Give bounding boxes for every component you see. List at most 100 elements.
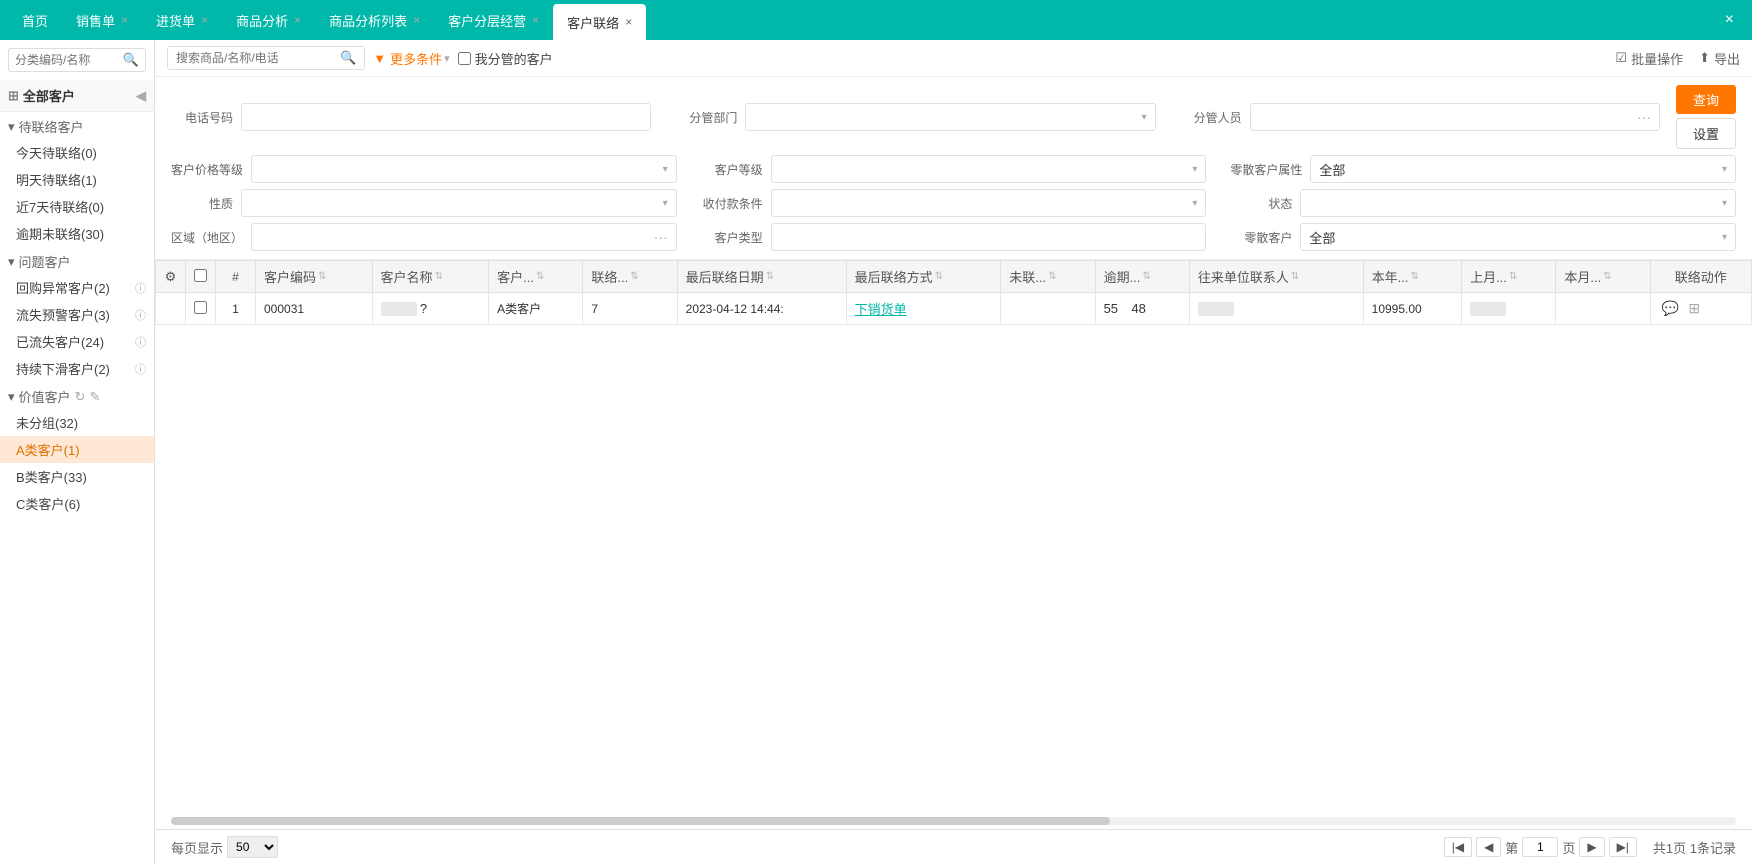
customer-type-select[interactable] (771, 223, 1207, 251)
code-sort-icon[interactable]: ⇅ (318, 271, 326, 282)
last-page-button[interactable]: ▶| (1609, 837, 1637, 857)
retail-customer-select[interactable]: 全部 ▾ (1300, 223, 1736, 251)
my-customers-check[interactable] (458, 52, 471, 65)
select-all-checkbox[interactable] (194, 269, 207, 282)
query-button[interactable]: 查询 (1676, 85, 1736, 114)
pending-contact-group[interactable]: ▾ 待联络客户 (0, 112, 154, 139)
th-this-year[interactable]: 本年... ⇅ (1363, 261, 1461, 293)
sidebar-item-overdue[interactable]: 逾期未联络(30) (0, 220, 154, 247)
filter-search-input[interactable] (176, 51, 336, 65)
not-contacted-sort-icon[interactable]: ⇅ (1048, 271, 1056, 282)
th-contact-count[interactable]: 联络... ⇅ (583, 261, 677, 293)
sidebar-item-lost[interactable]: 已流失客户(24) ⓘ (0, 328, 154, 355)
first-page-button[interactable]: |◀ (1444, 837, 1472, 857)
region-select[interactable]: ··· (251, 223, 677, 251)
close-product-list-icon[interactable]: × (413, 13, 420, 27)
next-page-button[interactable]: ▶ (1579, 837, 1604, 857)
sidebar-item-ungrouped[interactable]: 未分组(32) (0, 409, 154, 436)
name-sort-icon[interactable]: ⇅ (435, 271, 443, 282)
th-code[interactable]: 客户编码 ⇅ (256, 261, 373, 293)
contact-person-sort-icon[interactable]: ⇅ (1291, 271, 1299, 282)
sidebar-search-icon[interactable]: 🔍 (123, 52, 139, 68)
horizontal-scrollbar[interactable] (155, 813, 1752, 829)
overdue-sort-icon[interactable]: ⇅ (1142, 271, 1150, 282)
th-last-date[interactable]: 最后联络日期 ⇅ (677, 261, 846, 293)
nav-tab-purchase[interactable]: 进货单 × (142, 0, 222, 40)
th-not-contacted[interactable]: 未联... ⇅ (1001, 261, 1095, 293)
close-product-analysis-icon[interactable]: × (294, 13, 301, 27)
sidebar-item-repurchase-anomaly[interactable]: 回购异常客户(2) ⓘ (0, 274, 154, 301)
th-type[interactable]: 客户... ⇅ (489, 261, 583, 293)
th-settings[interactable]: ⚙ (156, 261, 186, 293)
last-method-sort-icon[interactable]: ⇅ (935, 271, 943, 282)
last-date-sort-icon[interactable]: ⇅ (766, 271, 774, 282)
window-close-button[interactable]: × (1715, 11, 1744, 29)
settings-button[interactable]: 设置 (1676, 118, 1736, 149)
payment-select[interactable]: ▾ (771, 189, 1207, 217)
phone-input[interactable] (241, 103, 651, 131)
sidebar-search-input[interactable] (15, 53, 123, 67)
th-last-month[interactable]: 上月... ⇅ (1462, 261, 1556, 293)
sidebar-item-b-class[interactable]: B类客户(33) (0, 463, 154, 490)
sidebar-search-box[interactable]: 🔍 (8, 48, 146, 72)
nature-select[interactable]: ▾ (241, 189, 677, 217)
th-overdue[interactable]: 逾期... ⇅ (1095, 261, 1189, 293)
sidebar-item-a-class[interactable]: A类客户(1) (0, 436, 154, 463)
last-method-link[interactable]: 下销货单 (855, 302, 907, 317)
gear-icon[interactable]: ⚙ (165, 269, 177, 284)
export-button[interactable]: ⬆ 导出 (1699, 49, 1740, 68)
sidebar-item-7days[interactable]: 近7天待联络(0) (0, 193, 154, 220)
sidebar-item-c-class[interactable]: C类客户(6) (0, 490, 154, 517)
td-checkbox-cell[interactable] (186, 293, 216, 325)
nav-tab-salesorder[interactable]: 销售单 × (62, 0, 142, 40)
page-input[interactable] (1522, 837, 1558, 857)
contact-sort-icon[interactable]: ⇅ (630, 271, 638, 282)
prev-page-button[interactable]: ◀ (1476, 837, 1501, 857)
th-name[interactable]: 客户名称 ⇅ (372, 261, 489, 293)
this-year-sort-icon[interactable]: ⇅ (1410, 271, 1418, 282)
scroll-thumb[interactable] (171, 817, 1110, 825)
action-chat-icon[interactable]: 💬 (1662, 300, 1679, 316)
nav-tab-customer-segment[interactable]: 客户分层经营 × (434, 0, 553, 40)
nav-tab-customer-contact[interactable]: 客户联络 × (553, 4, 646, 40)
th-last-method[interactable]: 最后联络方式 ⇅ (846, 261, 1001, 293)
nav-tab-product-list[interactable]: 商品分析列表 × (315, 0, 434, 40)
action-link-icon[interactable]: ⊞ (1688, 300, 1700, 316)
sidebar-item-today[interactable]: 今天待联络(0) (0, 139, 154, 166)
batch-ops-button[interactable]: ☑ 批量操作 (1615, 49, 1683, 68)
refresh-icon[interactable]: ↻ (75, 389, 86, 405)
sidebar-item-loss-warning[interactable]: 流失预警客户(3) ⓘ (0, 301, 154, 328)
customer-level-select[interactable]: ▾ (771, 155, 1207, 183)
this-month-sort-icon[interactable]: ⇅ (1603, 271, 1611, 282)
status-select[interactable]: ▾ (1300, 189, 1736, 217)
td-last-method[interactable]: 下销货单 (846, 293, 1001, 325)
th-contact-person[interactable]: 往来单位联系人 ⇅ (1189, 261, 1363, 293)
all-customers-header[interactable]: ⊞ 全部客户 ◀ (0, 80, 154, 112)
close-purchase-icon[interactable]: × (201, 13, 208, 27)
value-customers-group[interactable]: ▾ 价值客户 ↻ ✎ (0, 382, 154, 409)
close-customer-contact-icon[interactable]: × (625, 15, 632, 29)
retail-attr-select[interactable]: 全部 ▾ (1310, 155, 1736, 183)
price-level-select[interactable]: ▾ (251, 155, 677, 183)
th-this-month[interactable]: 本月... ⇅ (1556, 261, 1650, 293)
type-sort-icon[interactable]: ⇅ (536, 271, 544, 282)
close-customer-segment-icon[interactable]: × (532, 13, 539, 27)
dept-select[interactable]: ▾ (745, 103, 1155, 131)
edit-group-icon[interactable]: ✎ (89, 389, 100, 405)
my-customers-checkbox[interactable]: 我分管的客户 (458, 49, 553, 68)
nav-tab-product-analysis[interactable]: 商品分析 × (222, 0, 315, 40)
last-month-sort-icon[interactable]: ⇅ (1509, 271, 1517, 282)
per-page-select[interactable]: 50 100 200 (227, 836, 278, 858)
more-conditions-button[interactable]: ▼ 更多条件 ▾ (373, 49, 449, 68)
sidebar-item-declining[interactable]: 持续下滑客户(2) ⓘ (0, 355, 154, 382)
filter-search-icon[interactable]: 🔍 (340, 50, 356, 66)
row-checkbox[interactable] (194, 301, 207, 314)
close-salesorder-icon[interactable]: × (121, 13, 128, 27)
th-checkbox[interactable] (186, 261, 216, 293)
person-select[interactable]: ··· (1250, 103, 1660, 131)
nav-home[interactable]: 首页 (8, 0, 62, 40)
sidebar-collapse-icon[interactable]: ◀ (136, 88, 146, 104)
filter-search-box[interactable]: 🔍 (167, 46, 365, 70)
problem-customers-group[interactable]: ▾ 问题客户 (0, 247, 154, 274)
sidebar-item-tomorrow[interactable]: 明天待联络(1) (0, 166, 154, 193)
